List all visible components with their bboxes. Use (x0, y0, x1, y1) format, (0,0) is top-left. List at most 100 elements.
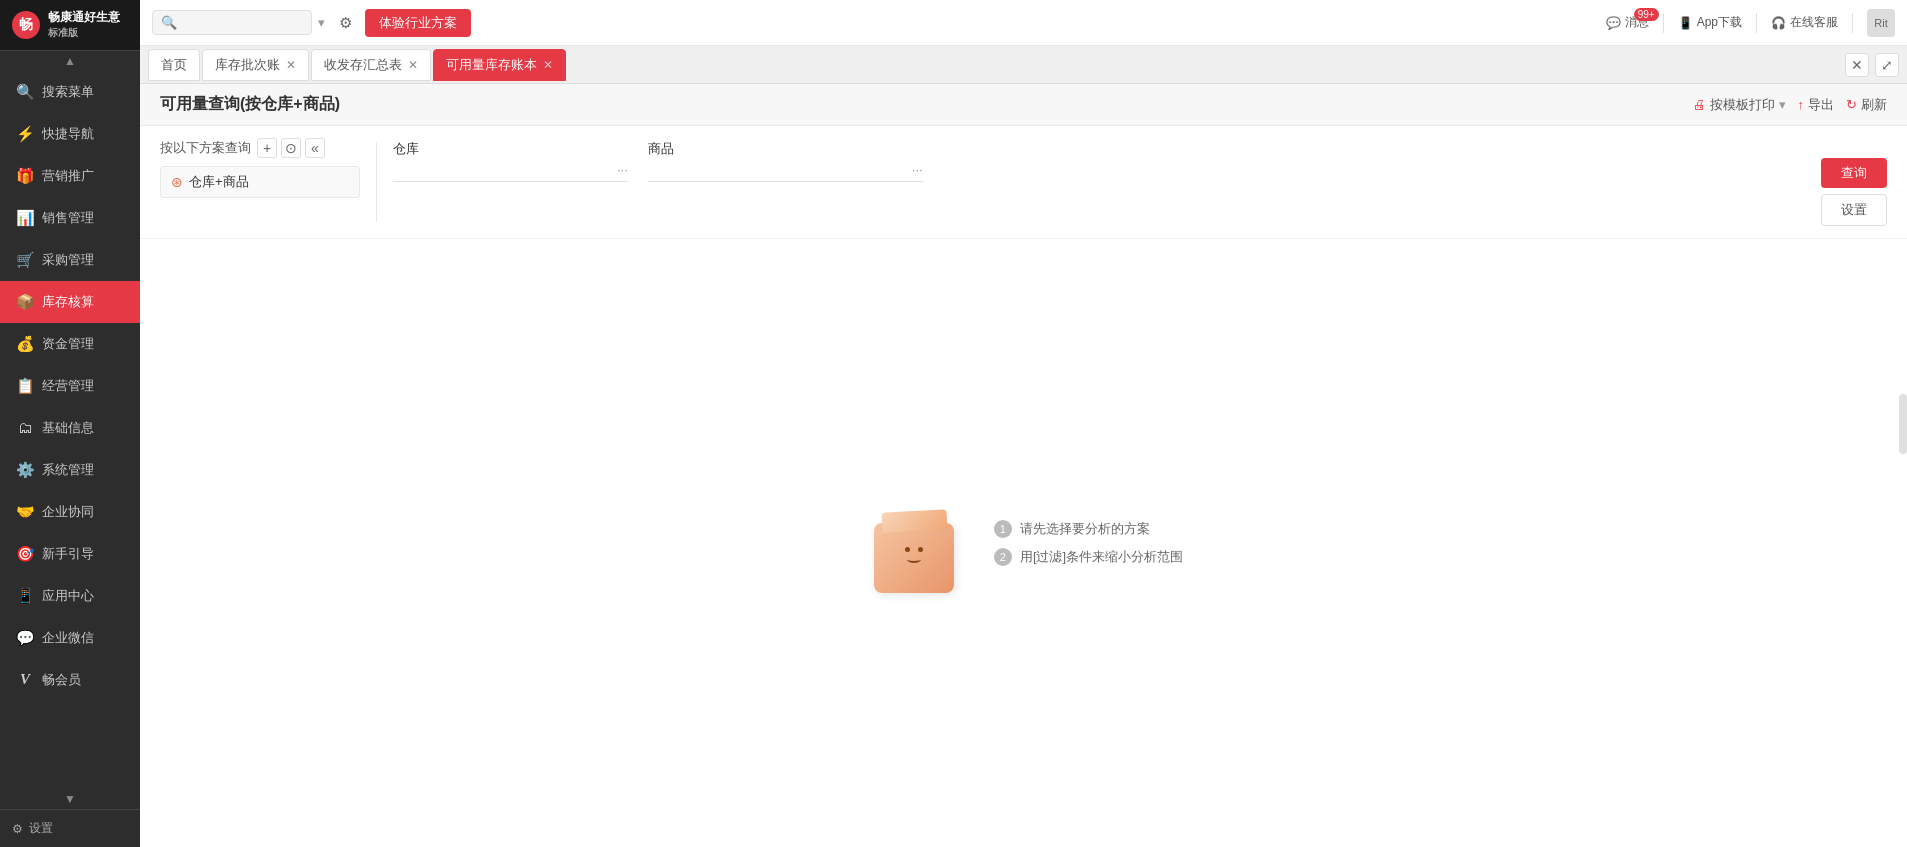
tab-available-close[interactable]: ✕ (543, 58, 553, 72)
sidebar-scroll-up[interactable]: ▲ (0, 51, 140, 71)
sidebar-bottom: ⚙ 设置 (0, 809, 140, 847)
sidebar-item-label: 库存核算 (42, 293, 94, 311)
sidebar-item-label: 新手引导 (42, 545, 94, 563)
sidebar-item-label: 搜索菜单 (42, 83, 94, 101)
sidebar-item-marketing[interactable]: 🎁 营销推广 (0, 155, 140, 197)
tab-summary[interactable]: 收发存汇总表 ✕ (311, 49, 431, 81)
message-icon: 💬 (1606, 16, 1621, 30)
print-dropdown-icon[interactable]: ▾ (1779, 97, 1786, 112)
product-label: 商品 (648, 140, 923, 158)
product-input[interactable] (648, 162, 908, 177)
tab-batch[interactable]: 库存批次账 ✕ (202, 49, 309, 81)
filter-panel: 按以下方案查询 + ⊙ « ⊛ 仓库+商品 仓库 (140, 126, 1907, 239)
sidebar-item-finance[interactable]: 💰 资金管理 (0, 323, 140, 365)
filter-right: 仓库 ··· 商品 ··· 查询 设置 (393, 138, 1887, 226)
empty-tips: 1 请先选择要分析的方案 2 用[过滤]条件来缩小分析范围 (994, 520, 1183, 566)
filter-collapse-button[interactable]: « (305, 138, 325, 158)
sidebar-item-basic[interactable]: 🗂 基础信息 (0, 407, 140, 449)
print-icon: 🖨 (1693, 97, 1706, 112)
app-download-button[interactable]: 📱 App下载 (1678, 14, 1742, 31)
page-title: 可用量查询(按仓库+商品) (160, 94, 340, 115)
cooperation-icon: 🤝 (16, 503, 34, 521)
inventory-icon: 📦 (16, 293, 34, 311)
sidebar-item-label: 销售管理 (42, 209, 94, 227)
service-button[interactable]: 🎧 在线客服 (1771, 14, 1838, 31)
sidebar-nav: 🔍 搜索菜单 ⚡ 快捷导航 🎁 营销推广 📊 销售管理 🛒 采购管理 📦 库存核… (0, 71, 140, 789)
tab-home[interactable]: 首页 (148, 49, 200, 81)
sidebar-item-inventory[interactable]: 📦 库存核算 (0, 281, 140, 323)
product-more-icon[interactable]: ··· (912, 162, 923, 177)
logo-name: 畅康通好生意 (48, 10, 120, 26)
refresh-label: 刷新 (1861, 96, 1887, 114)
empty-mouth (907, 556, 921, 563)
member-icon: V (16, 671, 34, 688)
industry-button[interactable]: 体验行业方案 (365, 9, 471, 37)
headset-icon: 🎧 (1771, 16, 1786, 30)
tab-maximize-button[interactable]: ⤢ (1875, 53, 1899, 77)
dropdown-icon[interactable]: ▾ (318, 15, 325, 30)
sidebar-item-purchase[interactable]: 🛒 采购管理 (0, 239, 140, 281)
search-input[interactable] (181, 16, 303, 30)
print-action[interactable]: 🖨 按模板打印 ▾ (1693, 96, 1786, 114)
tip-text-2: 用[过滤]条件来缩小分析范围 (1020, 548, 1183, 566)
tab-close-button[interactable]: ✕ (1845, 53, 1869, 77)
sidebar-item-newbie[interactable]: 🎯 新手引导 (0, 533, 140, 575)
sidebar-item-label: 经营管理 (42, 377, 94, 395)
query-button[interactable]: 查询 (1821, 158, 1887, 188)
warehouse-input[interactable] (393, 162, 613, 177)
sidebar-item-label: 资金管理 (42, 335, 94, 353)
tab-home-label: 首页 (161, 56, 187, 74)
sidebar-item-search[interactable]: 🔍 搜索菜单 (0, 71, 140, 113)
sidebar-item-operations[interactable]: 📋 经营管理 (0, 365, 140, 407)
tab-bar-actions: ✕ ⤢ (1845, 53, 1899, 77)
sidebar-item-appstore[interactable]: 📱 应用中心 (0, 575, 140, 617)
sidebar-item-label: 企业微信 (42, 629, 94, 647)
newbie-icon: 🎯 (16, 545, 34, 563)
filter-option-warehouse-product[interactable]: ⊛ 仓库+商品 (160, 166, 360, 198)
sidebar-item-sales[interactable]: 📊 销售管理 (0, 197, 140, 239)
sidebar-item-label: 快捷导航 (42, 125, 94, 143)
sidebar-bottom-label: 设置 (29, 820, 53, 837)
sidebar-item-wechat[interactable]: 💬 企业微信 (0, 617, 140, 659)
sidebar-scroll-down[interactable]: ▼ (0, 789, 140, 809)
filter-field-warehouse: 仓库 ··· (393, 140, 628, 182)
filter-add-button[interactable]: + (257, 138, 277, 158)
warehouse-label: 仓库 (393, 140, 628, 158)
sidebar-item-system[interactable]: ⚙️ 系统管理 (0, 449, 140, 491)
sidebar-item-cooperation[interactable]: 🤝 企业协同 (0, 491, 140, 533)
empty-tip-2: 2 用[过滤]条件来缩小分析范围 (994, 548, 1183, 566)
gear-button[interactable]: ⚙ (331, 9, 359, 37)
filter-field-product: 商品 ··· (648, 140, 923, 182)
tab-summary-close[interactable]: ✕ (408, 58, 418, 72)
search-box[interactable]: 🔍 (152, 10, 312, 35)
empty-tip-1: 1 请先选择要分析的方案 (994, 520, 1183, 538)
filter-settings-button[interactable]: ⊙ (281, 138, 301, 158)
message-button[interactable]: 💬 消息 99+ (1606, 14, 1649, 31)
purchase-icon: 🛒 (16, 251, 34, 269)
sidebar: 畅 畅康通好生意 标准版 ▲ 🔍 搜索菜单 ⚡ 快捷导航 🎁 营销推广 📊 销售… (0, 0, 140, 847)
refresh-action[interactable]: ↻ 刷新 (1846, 96, 1887, 114)
user-avatar[interactable]: Rit (1867, 9, 1895, 37)
filter-icon-group: + ⊙ « (257, 138, 325, 158)
warehouse-more-icon[interactable]: ··· (617, 162, 628, 177)
message-badge: 99+ (1634, 8, 1659, 21)
top-bar: 🔍 ▾ ⚙ 体验行业方案 💬 消息 99+ 📱 App下载 🎧 在线客服 (140, 0, 1907, 46)
empty-eye-left (905, 547, 910, 552)
sidebar-item-member[interactable]: V 畅会员 (0, 659, 140, 701)
empty-eye-right (918, 547, 923, 552)
top-bar-right: 💬 消息 99+ 📱 App下载 🎧 在线客服 Rit (1606, 9, 1895, 37)
top-bar-left: 🔍 ▾ ⚙ 体验行业方案 (152, 9, 1598, 37)
shortcut-icon: ⚡ (16, 125, 34, 143)
scroll-handle[interactable] (1899, 394, 1907, 454)
app-download-label: App下载 (1697, 14, 1742, 31)
sidebar-item-label: 企业协同 (42, 503, 94, 521)
sidebar-item-shortcut[interactable]: ⚡ 快捷导航 (0, 113, 140, 155)
service-label: 在线客服 (1790, 14, 1838, 31)
tab-batch-close[interactable]: ✕ (286, 58, 296, 72)
app-logo: 畅 畅康通好生意 标准版 (0, 0, 140, 51)
main-area: 🔍 ▾ ⚙ 体验行业方案 💬 消息 99+ 📱 App下载 🎧 在线客服 (140, 0, 1907, 847)
tab-available[interactable]: 可用量库存账本 ✕ (433, 49, 566, 81)
export-action[interactable]: ↑ 导出 (1798, 96, 1835, 114)
sidebar-item-label: 应用中心 (42, 587, 94, 605)
settings-button[interactable]: 设置 (1821, 194, 1887, 226)
